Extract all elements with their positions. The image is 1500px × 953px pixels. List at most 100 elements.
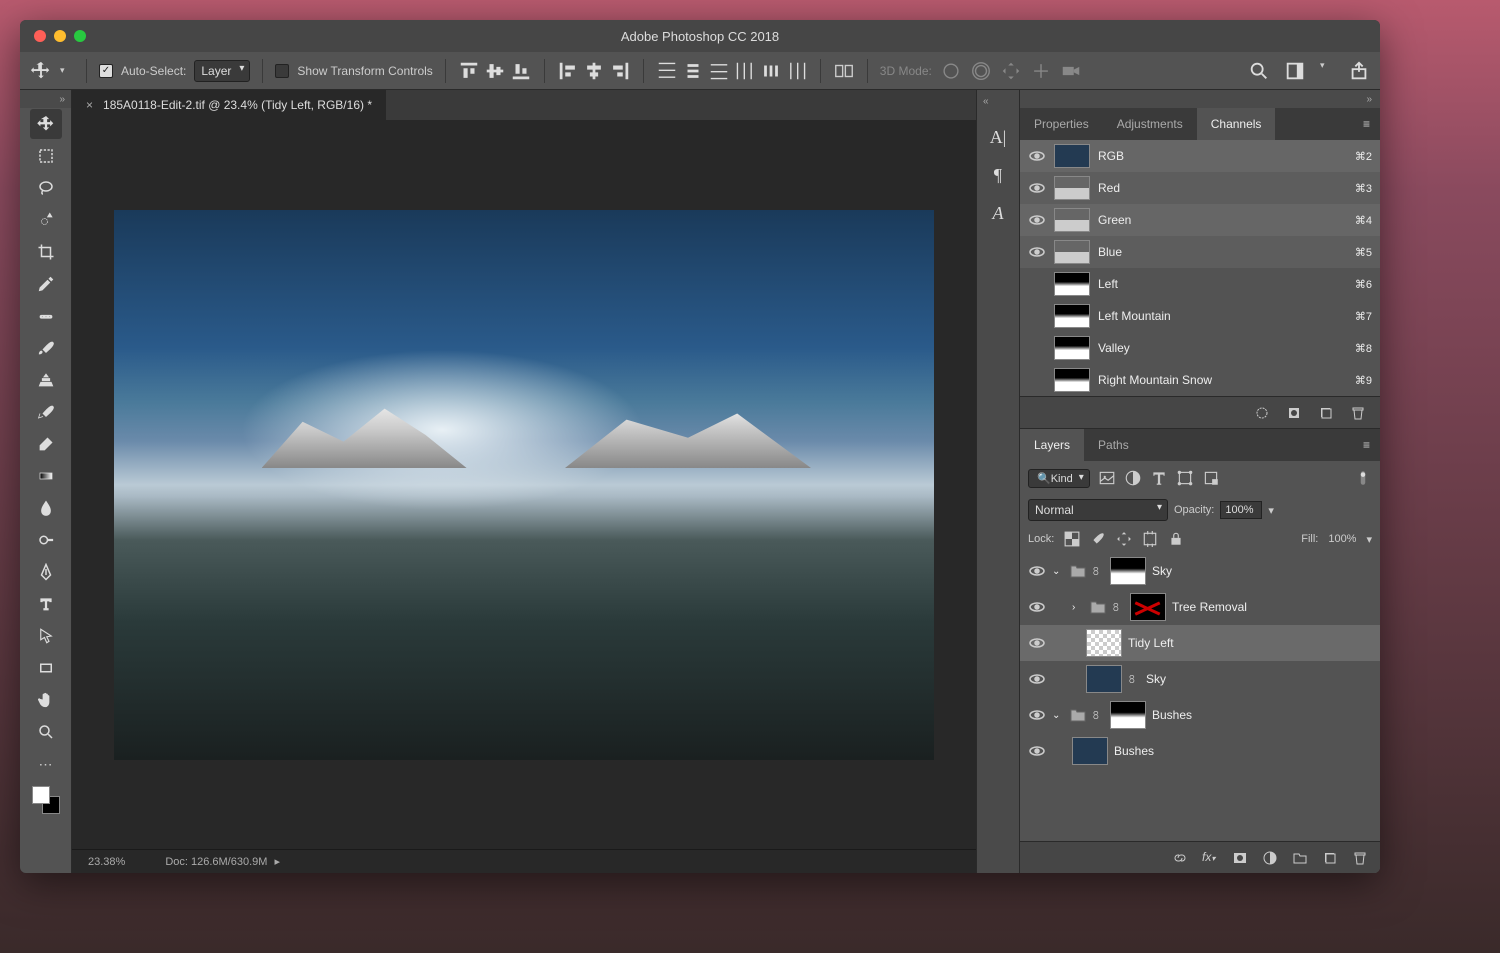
blend-mode-select[interactable]: Normal: [1028, 499, 1168, 521]
foreground-color[interactable]: [32, 786, 50, 804]
channel-row[interactable]: Red⌘3: [1020, 172, 1380, 204]
right-panels-expand[interactable]: »: [1020, 90, 1380, 108]
pen-tool[interactable]: [30, 557, 62, 587]
eraser-tool[interactable]: [30, 429, 62, 459]
layer-row[interactable]: 𝟾Sky: [1020, 661, 1380, 697]
distribute-hcenter-icon[interactable]: [760, 60, 782, 82]
channel-row[interactable]: Blue⌘5: [1020, 236, 1380, 268]
auto-align-icon[interactable]: [833, 60, 855, 82]
new-group-icon[interactable]: [1292, 850, 1308, 866]
lock-all-icon[interactable]: [1168, 531, 1184, 547]
layer-select[interactable]: Layer: [194, 60, 250, 82]
load-selection-icon[interactable]: [1254, 405, 1270, 421]
layer-mask-thumbnail[interactable]: [1110, 557, 1146, 585]
align-top-icon[interactable]: [458, 60, 480, 82]
layer-row[interactable]: Tidy Left: [1020, 625, 1380, 661]
align-hcenter-icon[interactable]: [583, 60, 605, 82]
new-channel-icon[interactable]: [1318, 405, 1334, 421]
filter-smartobj-icon[interactable]: [1202, 469, 1220, 487]
eyedropper-tool[interactable]: [30, 269, 62, 299]
3d-roll-icon[interactable]: [970, 60, 992, 82]
fill-dropdown[interactable]: ▾: [1366, 533, 1372, 546]
visibility-toggle-icon[interactable]: [1028, 339, 1046, 357]
opacity-dropdown[interactable]: ▾: [1268, 504, 1274, 517]
tab-paths[interactable]: Paths: [1084, 429, 1143, 461]
fill-input[interactable]: 100%: [1328, 533, 1356, 545]
channel-row[interactable]: Left Mountain⌘7: [1020, 300, 1380, 332]
layer-thumbnail[interactable]: [1130, 593, 1166, 621]
hand-tool[interactable]: [30, 685, 62, 715]
delete-layer-icon[interactable]: [1352, 850, 1368, 866]
workspace-icon[interactable]: [1284, 60, 1306, 82]
character-panel-icon[interactable]: A|: [986, 125, 1010, 149]
quick-select-tool[interactable]: [30, 205, 62, 235]
tab-adjustments[interactable]: Adjustments: [1103, 108, 1197, 140]
search-icon[interactable]: [1248, 60, 1270, 82]
visibility-toggle-icon[interactable]: [1028, 742, 1046, 760]
visibility-toggle-icon[interactable]: [1028, 670, 1046, 688]
gradient-tool[interactable]: [30, 461, 62, 491]
link-layers-icon[interactable]: [1172, 850, 1188, 866]
tab-channels[interactable]: Channels: [1197, 108, 1276, 140]
channel-row[interactable]: Green⌘4: [1020, 204, 1380, 236]
layer-row[interactable]: ⌄𝟾Sky: [1020, 553, 1380, 589]
marquee-tool[interactable]: [30, 141, 62, 171]
canvas[interactable]: [114, 210, 934, 760]
visibility-toggle-icon[interactable]: [1028, 562, 1046, 580]
tool-panel-expand[interactable]: »: [20, 90, 71, 108]
align-left-icon[interactable]: [557, 60, 579, 82]
visibility-toggle-icon[interactable]: [1028, 243, 1046, 261]
channels-panel-menu-icon[interactable]: ≡: [1353, 117, 1380, 131]
align-vcenter-icon[interactable]: [484, 60, 506, 82]
distribute-top-icon[interactable]: [656, 60, 678, 82]
layer-row[interactable]: Bushes: [1020, 733, 1380, 769]
tab-layers[interactable]: Layers: [1020, 429, 1084, 461]
layer-thumbnail[interactable]: [1072, 737, 1108, 765]
edit-toolbar[interactable]: ⋯: [30, 749, 62, 779]
crop-tool[interactable]: [30, 237, 62, 267]
close-tab-icon[interactable]: ×: [86, 98, 93, 112]
layer-mask-icon[interactable]: [1232, 850, 1248, 866]
channel-row[interactable]: Right Mountain Snow⌘9: [1020, 364, 1380, 396]
disclosure-icon[interactable]: ⌄: [1052, 710, 1064, 721]
disclosure-icon[interactable]: ⌄: [1052, 566, 1064, 577]
visibility-toggle-icon[interactable]: [1028, 371, 1046, 389]
distribute-vcenter-icon[interactable]: [682, 60, 704, 82]
workspace-dropdown[interactable]: ▾: [1320, 60, 1334, 82]
color-swatches[interactable]: [32, 786, 60, 814]
3d-slide-icon[interactable]: [1030, 60, 1052, 82]
lasso-tool[interactable]: [30, 173, 62, 203]
rectangle-tool[interactable]: [30, 653, 62, 683]
filter-image-icon[interactable]: [1098, 469, 1116, 487]
collapsed-expand[interactable]: «: [983, 96, 989, 107]
distribute-left-icon[interactable]: [734, 60, 756, 82]
filter-type-icon[interactable]: [1150, 469, 1168, 487]
visibility-toggle-icon[interactable]: [1028, 211, 1046, 229]
zoom-level[interactable]: 23.38%: [88, 856, 125, 868]
3d-pan-icon[interactable]: [1000, 60, 1022, 82]
layers-panel-menu-icon[interactable]: ≡: [1353, 438, 1380, 452]
visibility-toggle-icon[interactable]: [1028, 598, 1046, 616]
path-select-tool[interactable]: [30, 621, 62, 651]
visibility-toggle-icon[interactable]: [1028, 147, 1046, 165]
lock-artboard-icon[interactable]: [1142, 531, 1158, 547]
doc-info-arrow-icon[interactable]: ▸: [271, 856, 280, 868]
save-selection-icon[interactable]: [1286, 405, 1302, 421]
brush-tool[interactable]: [30, 333, 62, 363]
filter-toggle-icon[interactable]: [1354, 469, 1372, 487]
layer-style-icon[interactable]: fx▾: [1202, 850, 1218, 866]
paragraph-panel-icon[interactable]: ¶: [986, 163, 1010, 187]
disclosure-icon[interactable]: ›: [1072, 602, 1084, 613]
tab-properties[interactable]: Properties: [1020, 108, 1103, 140]
tool-dropdown[interactable]: ▾: [60, 65, 74, 76]
share-icon[interactable]: [1348, 60, 1370, 82]
align-bottom-icon[interactable]: [510, 60, 532, 82]
layer-mask-thumbnail[interactable]: [1110, 701, 1146, 729]
channel-row[interactable]: Left⌘6: [1020, 268, 1380, 300]
type-tool[interactable]: [30, 589, 62, 619]
maximize-icon[interactable]: [74, 30, 86, 42]
visibility-toggle-icon[interactable]: [1028, 307, 1046, 325]
new-layer-icon[interactable]: [1322, 850, 1338, 866]
transform-controls-checkbox[interactable]: [275, 64, 289, 78]
layer-row[interactable]: ⌄𝟾Bushes: [1020, 697, 1380, 733]
